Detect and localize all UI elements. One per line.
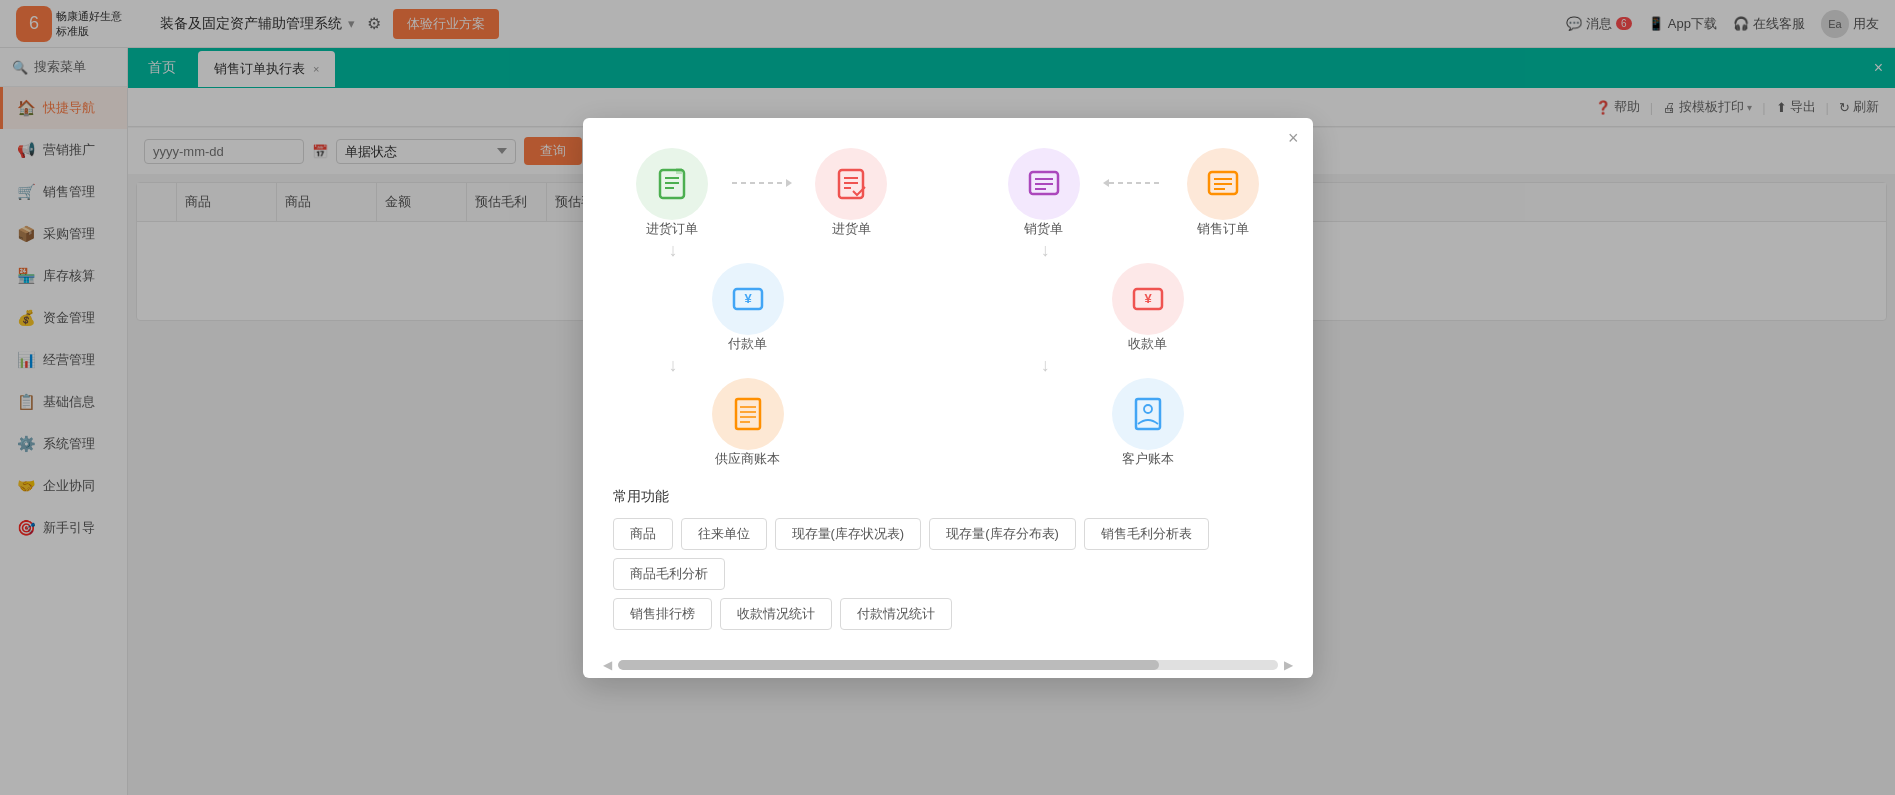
purchase-bill-circle[interactable] bbox=[815, 148, 887, 220]
flow-section: 进货订单 进货单 bbox=[583, 118, 1313, 488]
common-btn-partner[interactable]: 往来单位 bbox=[681, 518, 767, 550]
svg-rect-24 bbox=[736, 399, 760, 429]
svg-text:¥: ¥ bbox=[744, 291, 752, 306]
flow-modal: × 进货订单 bbox=[583, 118, 1313, 678]
common-functions-title: 常用功能 bbox=[613, 488, 1283, 506]
flow-col-customer-ledger: 客户账本 bbox=[1083, 378, 1213, 468]
common-btn-stock-dist[interactable]: 现存量(库存分布表) bbox=[929, 518, 1076, 550]
flow-col-purchase-bill: 进货单 bbox=[792, 148, 911, 238]
common-btn-sales-margin[interactable]: 销售毛利分析表 bbox=[1084, 518, 1209, 550]
payment-label: 付款单 bbox=[728, 335, 767, 353]
common-btn-sales-rank[interactable]: 销售排行榜 bbox=[613, 598, 712, 630]
sales-order-label: 销售订单 bbox=[1197, 220, 1249, 238]
common-btn-goods-margin[interactable]: 商品毛利分析 bbox=[613, 558, 725, 590]
modal-scrollbar-area: ◀ ▶ bbox=[583, 650, 1313, 678]
customer-ledger-circle[interactable] bbox=[1112, 378, 1184, 450]
modal-close-button[interactable]: × bbox=[1288, 128, 1299, 149]
purchase-order-label: 进货订单 bbox=[646, 220, 698, 238]
scrollbar-track[interactable] bbox=[618, 660, 1278, 670]
scroll-left-icon[interactable]: ◀ bbox=[603, 658, 612, 672]
svg-point-30 bbox=[1144, 405, 1152, 413]
modal-overlay: × 进货订单 bbox=[0, 0, 1895, 795]
common-buttons-row-2: 销售排行榜 收款情况统计 付款情况统计 bbox=[613, 598, 1283, 630]
receipt-label: 收款单 bbox=[1128, 335, 1167, 353]
svg-marker-14 bbox=[1103, 179, 1109, 187]
flow-col-purchase-order: 进货订单 bbox=[613, 148, 732, 238]
common-btn-receipt-stat[interactable]: 收款情况统计 bbox=[720, 598, 832, 630]
sales-order-circle[interactable] bbox=[1187, 148, 1259, 220]
scroll-right-icon[interactable]: ▶ bbox=[1284, 658, 1293, 672]
common-btn-stock-status[interactable]: 现存量(库存状况表) bbox=[775, 518, 922, 550]
common-btn-goods[interactable]: 商品 bbox=[613, 518, 673, 550]
scrollbar-thumb bbox=[618, 660, 1159, 670]
receipt-circle[interactable]: ¥ bbox=[1112, 263, 1184, 335]
common-buttons-row: 商品 往来单位 现存量(库存状况表) 现存量(库存分布表) 销售毛利分析表 商品… bbox=[613, 518, 1283, 590]
common-functions-section: 常用功能 商品 往来单位 现存量(库存状况表) 现存量(库存分布表) 销售毛利分… bbox=[583, 488, 1313, 650]
purchase-bill-label: 进货单 bbox=[832, 220, 871, 238]
flow-col-sales-order: 销售订单 bbox=[1163, 148, 1282, 238]
flow-col-sales-bill: 销货单 bbox=[984, 148, 1103, 238]
flow-col-receipt: ¥ 收款单 bbox=[1083, 263, 1213, 353]
flow-col-supplier-ledger: 供应商账本 bbox=[683, 378, 813, 468]
svg-text:¥: ¥ bbox=[1144, 291, 1152, 306]
sales-bill-label: 销货单 bbox=[1024, 220, 1063, 238]
svg-rect-29 bbox=[1136, 399, 1160, 429]
payment-circle[interactable]: ¥ bbox=[712, 263, 784, 335]
flow-col-payment: ¥ 付款单 bbox=[683, 263, 813, 353]
sales-bill-circle[interactable] bbox=[1008, 148, 1080, 220]
purchase-order-circle[interactable] bbox=[636, 148, 708, 220]
supplier-ledger-circle[interactable] bbox=[712, 378, 784, 450]
customer-ledger-label: 客户账本 bbox=[1122, 450, 1174, 468]
supplier-ledger-label: 供应商账本 bbox=[715, 450, 780, 468]
common-btn-payment-stat[interactable]: 付款情况统计 bbox=[840, 598, 952, 630]
